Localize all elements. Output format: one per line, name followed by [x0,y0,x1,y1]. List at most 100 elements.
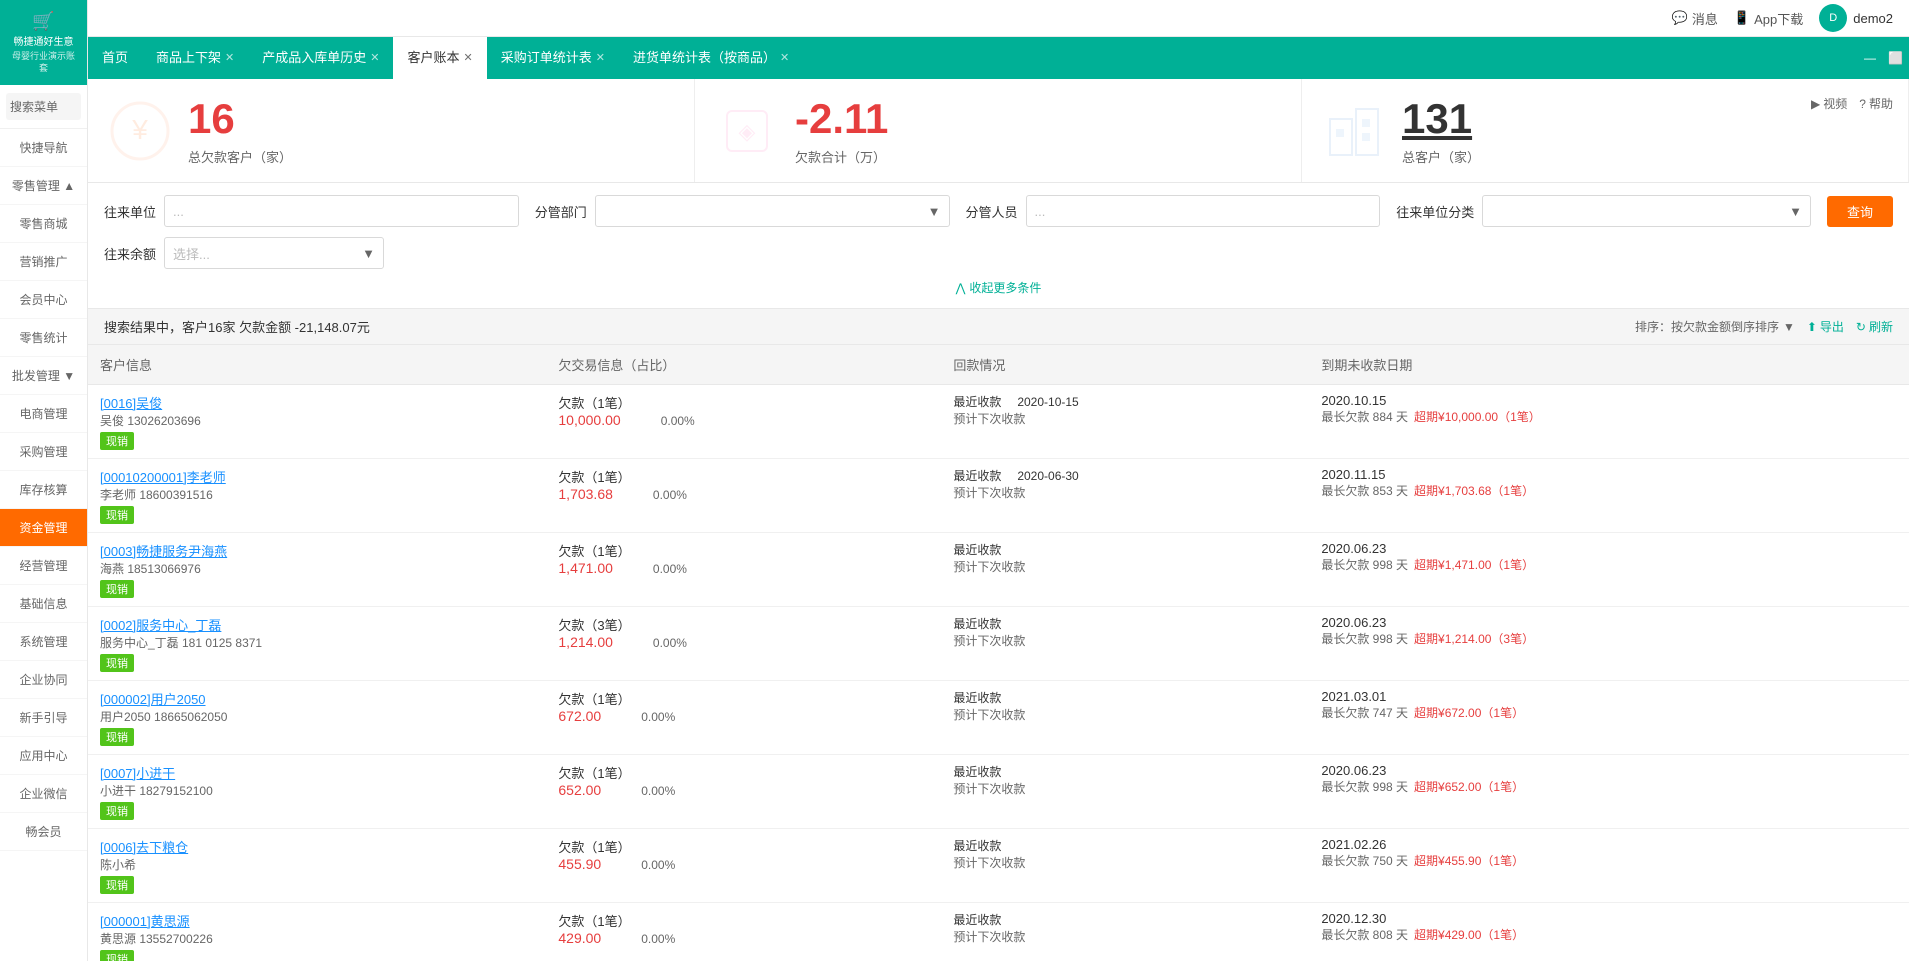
debt-amount: 652.00 [558,782,601,798]
sidebar-item-member[interactable]: 会员中心 [0,281,87,319]
overdue-link[interactable]: 超期¥672.00（1笔） [1414,704,1524,721]
overdue-link[interactable]: 超期¥429.00（1笔） [1414,926,1524,943]
filter-row-2: 往来余额 选择... ▼ [104,237,1893,269]
sidebar-item-retail-mall[interactable]: 零售商城 [0,205,87,243]
predict-label: 预计下次收款 [953,634,1025,648]
debt-info-cell: 欠款（1笔） 672.00 0.00% [546,681,941,755]
debt-info-cell: 欠款（1笔） 1,703.68 0.00% [546,459,941,533]
sidebar-item-system[interactable]: 系统管理 [0,623,87,661]
predict-label: 预计下次收款 [953,560,1025,574]
search-button[interactable]: 查询 [1827,196,1893,227]
tab-home[interactable]: 首页 [88,37,142,79]
sidebar-item-inventory[interactable]: 库存核算 [0,471,87,509]
debt-count: 欠款（1笔） [558,689,929,708]
sidebar-item-wechat[interactable]: 企业微信 [0,775,87,813]
app-download-btn[interactable]: 📱 App下载 [1734,9,1803,28]
unit-category-select[interactable]: ▼ [1482,195,1811,227]
overdue-row: 最长欠款 998 天 超期¥1,471.00（1笔） [1321,556,1897,573]
overdue-link[interactable]: 超期¥1,703.68（1笔） [1414,482,1534,499]
overdue-link[interactable]: 超期¥10,000.00（1笔） [1414,408,1541,425]
customer-name-link[interactable]: [0003]畅捷服务尹海燕 [100,541,534,560]
customer-name-link[interactable]: [0002]服务中心_丁磊 [100,615,534,634]
sidebar-item-corp[interactable]: 企业协同 [0,661,87,699]
overdue-link[interactable]: 超期¥1,214.00（3笔） [1414,630,1534,647]
sidebar-item-retail-mgmt[interactable]: 零售管理 ▲ [0,167,87,205]
sidebar-item-purchase[interactable]: 采购管理 [0,433,87,471]
customer-name-link[interactable]: [00010200001]李老师 [100,467,534,486]
person-label: 分管人员 [966,202,1018,221]
close-tab-purchase-stats[interactable]: ✕ [596,37,605,79]
svg-text:◈: ◈ [739,119,756,144]
customer-name-link[interactable]: [0016]吴俊 [100,393,534,412]
balance-type-select[interactable]: 选择... ▼ [164,237,384,269]
dept-select[interactable]: ▼ [595,195,950,227]
export-btn[interactable]: ⬆ 导出 [1807,318,1844,335]
nav-tabs: 首页 商品上下架 ✕ 产成品入库单历史 ✕ 客户账本 ✕ 采购订单统计表 ✕ 进… [88,37,1909,79]
overdue-link[interactable]: 超期¥1,471.00（1笔） [1414,556,1534,573]
debt-count: 欠款（1笔） [558,467,929,486]
customer-tag: 现销 [100,654,134,672]
refresh-btn[interactable]: ↻ 刷新 [1856,318,1893,335]
source-unit-input[interactable]: ... [164,195,519,227]
sort-select[interactable]: 排序：按欠款金额倒序排序 ▼ [1635,318,1795,335]
minimize-window-btn[interactable]: — [1858,47,1882,69]
recent-collect-date: 2020-10-15 [1017,395,1078,409]
search-menu-button[interactable]: 搜索菜单 [6,93,81,120]
close-tab-inbound-stats[interactable]: ✕ [780,37,789,79]
due-date-cell: 2020.06.23 最长欠款 998 天 超期¥1,214.00（3笔） [1309,607,1909,681]
overdue-link[interactable]: 超期¥652.00（1笔） [1414,778,1524,795]
due-date: 2020.12.30 [1321,911,1897,926]
customer-info-cell: [0006]去下粮仓 陈小希 现销 [88,829,546,903]
person-input[interactable]: ... [1026,195,1381,227]
debt-info-cell: 欠款（1笔） 429.00 0.00% [546,903,941,961]
unit-category-label: 往来单位分类 [1396,202,1474,221]
tab-purchase-stats[interactable]: 采购订单统计表 ✕ [487,37,619,79]
repayment-info: 最近收款 [953,541,1297,558]
tab-product-listing[interactable]: 商品上下架 ✕ [142,37,248,79]
maximize-window-btn[interactable]: ⬜ [1882,47,1909,69]
sidebar-item-operation[interactable]: 经营管理 [0,547,87,585]
message-btn[interactable]: 💬 消息 [1672,9,1718,28]
close-tab-production-history[interactable]: ✕ [370,37,379,79]
video-btn[interactable]: ▶ 视频 [1811,95,1847,112]
sidebar-item-capital[interactable]: 资金管理 [0,509,87,547]
due-date: 2020.06.23 [1321,541,1897,556]
sidebar-item-batch-mgmt[interactable]: 批发管理 ▼ [0,357,87,395]
overdue-link[interactable]: 超期¥455.90（1笔） [1414,852,1524,869]
user-avatar[interactable]: D demo2 [1819,4,1893,32]
total-customers-number: 131 [1402,95,1480,143]
customer-name-link[interactable]: [0007]小进干 [100,763,534,782]
tab-production-history[interactable]: 产成品入库单历史 ✕ [248,37,393,79]
help-btn[interactable]: ? 帮助 [1859,95,1893,112]
collapse-filter-btn[interactable]: ⋀ 收起更多条件 [956,279,1042,296]
sidebar-search[interactable]: 搜索菜单 [0,85,87,129]
tab-customer-ledger[interactable]: 客户账本 ✕ [393,37,486,79]
customer-info-cell: [000001]黄思源 黄思源 13552700226 现销 [88,903,546,961]
recent-collect-label: 最近收款 [953,541,1001,558]
sidebar-item-retail-stats[interactable]: 零售统计 [0,319,87,357]
sidebar-item-member2[interactable]: 畅会员 [0,813,87,851]
tab-inbound-stats[interactable]: 进货单统计表（按商品） ✕ [619,37,803,79]
top-header: 💬 消息 📱 App下载 D demo2 [88,0,1909,37]
close-tab-product-listing[interactable]: ✕ [225,37,234,79]
debt-percent: 0.00% [653,488,687,502]
table-row: [0007]小进干 小进干 18279152100 现销 欠款（1笔） 652.… [88,755,1909,829]
sidebar-item-ecommerce[interactable]: 电商管理 [0,395,87,433]
debt-percent: 0.00% [653,562,687,576]
repayment-cell: 最近收款 预计下次收款 [941,903,1309,961]
repayment-info: 最近收款 [953,615,1297,632]
customer-name-link[interactable]: [0006]去下粮仓 [100,837,534,856]
total-customers-label: 总客户（家） [1402,147,1480,166]
overdue-days: 最长欠款 808 天 [1321,926,1408,943]
recent-collect-label: 最近收款 [953,467,1001,484]
sidebar-item-basic[interactable]: 基础信息 [0,585,87,623]
sidebar-item-marketing[interactable]: 营销推广 [0,243,87,281]
table-header-row: 客户信息 欠交易信息（占比） 回款情况 到期未收款日期 [88,345,1909,385]
sidebar-item-app-center[interactable]: 应用中心 [0,737,87,775]
debt-customers-number: 16 [188,95,292,143]
sidebar-item-newbie[interactable]: 新手引导 [0,699,87,737]
customer-name-link[interactable]: [000002]用户2050 [100,689,534,708]
customer-tag: 现销 [100,506,134,524]
customer-name-link[interactable]: [000001]黄思源 [100,911,534,930]
close-tab-customer-ledger[interactable]: ✕ [464,37,473,79]
